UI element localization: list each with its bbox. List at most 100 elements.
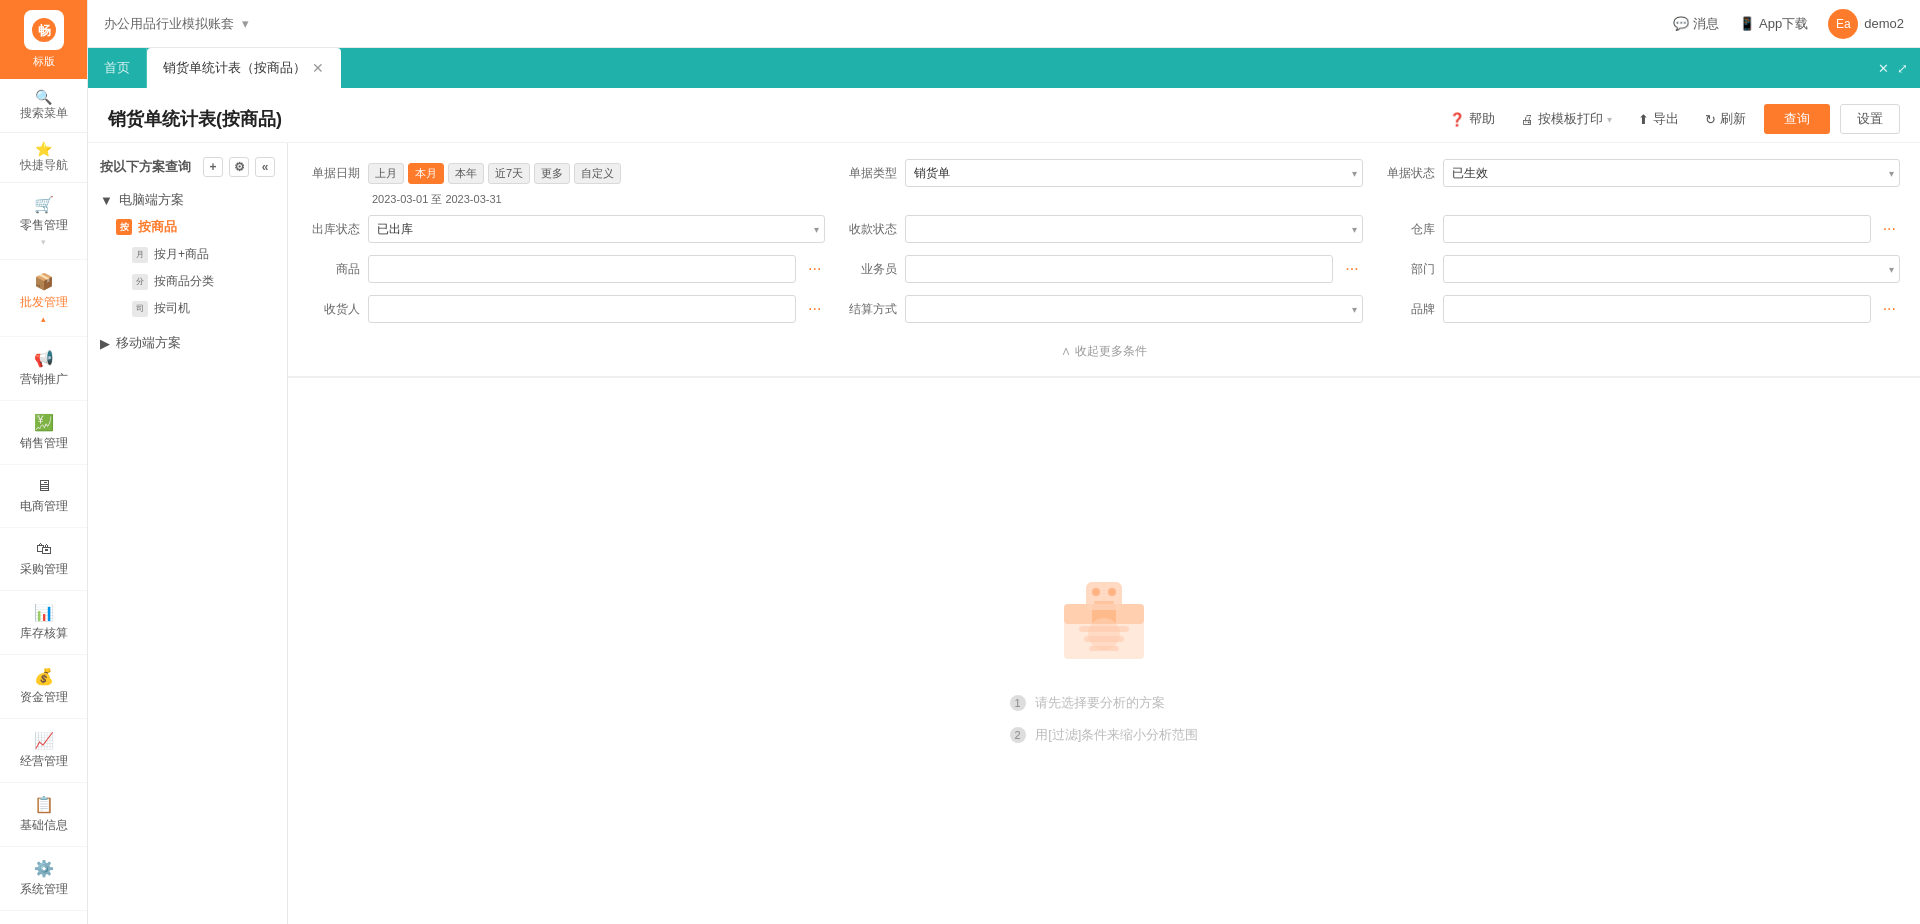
tree-section-pc-header[interactable]: ▼ 电脑端方案: [88, 187, 287, 213]
doc-type-label: 单据类型: [845, 165, 897, 182]
svg-rect-7: [1084, 636, 1124, 642]
sidebar-item-search[interactable]: 🔍 搜索菜单: [0, 79, 87, 133]
window-maximize-icon[interactable]: ⤢: [1897, 61, 1908, 76]
sidebar-item-marketing[interactable]: 📢 营销推广: [0, 337, 87, 401]
tab-maximize-area: ✕ ⤢: [1878, 61, 1920, 76]
content-area: 销货单统计表(按商品) ❓ 帮助 🖨 按模板打印 ▾ ⬆ 导出 ↻ 刷新: [88, 88, 1920, 924]
receiver-label: 收货人: [308, 301, 360, 318]
doc-type-select-wrapper: 销货单 ▾: [905, 159, 1362, 187]
dropdown-icon[interactable]: ▾: [242, 16, 249, 31]
department-select[interactable]: [1443, 255, 1900, 283]
phone-icon: 📱: [1739, 16, 1755, 31]
svg-rect-6: [1079, 626, 1129, 632]
sidebar-item-finance[interactable]: 💰 资金管理: [0, 655, 87, 719]
sidebar-item-enterprise[interactable]: 🤝 企业协同: [0, 911, 87, 924]
add-scheme-btn[interactable]: +: [203, 157, 223, 177]
sidebar-item-inventory[interactable]: 📊 库存核算: [0, 591, 87, 655]
filter-row-1: 单据日期 上月 本月 本年 近7天 更多 自定义: [308, 159, 1900, 187]
scheme-icon-by-product: 按: [116, 219, 132, 235]
out-status-select-wrapper: 已出库 ▾: [368, 215, 825, 243]
main-content: 办公用品行业模拟账套 ▾ 💬 消息 📱 App下载 Ea demo2 首页 销货…: [88, 0, 1920, 924]
message-btn[interactable]: 💬 消息: [1673, 15, 1719, 33]
doc-status-select[interactable]: 已生效: [1443, 159, 1900, 187]
date-btn-7days[interactable]: 近7天: [488, 163, 530, 184]
print-dropdown-icon[interactable]: ▾: [1607, 114, 1612, 125]
query-button[interactable]: 查询: [1764, 104, 1830, 134]
out-status-label: 出库状态: [308, 221, 360, 238]
filter-row-4: 收货人 ··· 结算方式 ▾: [308, 295, 1900, 323]
date-btn-this-year[interactable]: 本年: [448, 163, 484, 184]
date-btn-more[interactable]: 更多: [534, 163, 570, 184]
filter-product: 商品 ···: [308, 255, 825, 283]
date-btn-this-month[interactable]: 本月: [408, 163, 444, 184]
sidebar-item-purchase[interactable]: 🛍 采购管理: [0, 528, 87, 591]
tree-item-by-month-product[interactable]: 月 按月+商品: [88, 241, 287, 268]
tip-number-2: 2: [1010, 727, 1026, 743]
sidebar-item-retail[interactable]: 🛒 零售管理 ▾: [0, 183, 87, 260]
svg-point-11: [1108, 588, 1116, 596]
tab-sales-report[interactable]: 销货单统计表（按商品） ✕: [147, 48, 341, 88]
out-status-select[interactable]: 已出库: [368, 215, 825, 243]
department-label: 部门: [1383, 261, 1435, 278]
export-btn[interactable]: ⬆ 导出: [1630, 106, 1687, 132]
app-download-btn[interactable]: 📱 App下载: [1739, 15, 1808, 33]
account-title: 办公用品行业模拟账套: [104, 15, 234, 33]
user-profile[interactable]: Ea demo2: [1828, 9, 1904, 39]
date-btn-custom[interactable]: 自定义: [574, 163, 621, 184]
collapse-panel-btn[interactable]: «: [255, 157, 275, 177]
scheme-icon-by-month-product: 月: [132, 247, 148, 263]
sidebar-item-sales[interactable]: 💹 销售管理: [0, 401, 87, 465]
filter-settlement: 结算方式 ▾: [845, 295, 1362, 323]
warehouse-more-icon[interactable]: ···: [1879, 220, 1900, 238]
tab-home[interactable]: 首页: [88, 48, 147, 88]
help-btn[interactable]: ❓ 帮助: [1441, 106, 1503, 132]
brand-more-icon[interactable]: ···: [1879, 300, 1900, 318]
tree-item-by-category[interactable]: 分 按商品分类: [88, 268, 287, 295]
print-btn[interactable]: 🖨 按模板打印 ▾: [1513, 106, 1620, 132]
avatar: Ea: [1828, 9, 1858, 39]
sidebar-item-ecommerce[interactable]: 🖥 电商管理: [0, 465, 87, 528]
salesman-more-icon[interactable]: ···: [1341, 260, 1362, 278]
warehouse-input[interactable]: [1443, 215, 1871, 243]
empty-state: 1 请先选择要分析的方案 2 用[过滤]条件来缩小分析范围: [288, 378, 1920, 924]
settings-scheme-btn[interactable]: ⚙: [229, 157, 249, 177]
settlement-select[interactable]: [905, 295, 1362, 323]
product-more-icon[interactable]: ···: [804, 260, 825, 278]
collapse-bar[interactable]: ∧ 收起更多条件: [308, 335, 1900, 360]
tree-item-by-product[interactable]: 按 按商品: [88, 213, 287, 241]
tab-bar: 首页 销货单统计表（按商品） ✕ ✕ ⤢: [88, 48, 1920, 88]
svg-rect-12: [1094, 601, 1114, 604]
print-icon: 🖨: [1521, 112, 1534, 127]
window-close-icon[interactable]: ✕: [1878, 61, 1889, 76]
main-body: 按以下方案查询 + ⚙ « ▼ 电脑端方案 按 按商品: [88, 143, 1920, 924]
export-icon: ⬆: [1638, 112, 1649, 127]
tree-section-mobile: ▶ 移动端方案: [88, 326, 287, 360]
empty-tips: 1 请先选择要分析的方案 2 用[过滤]条件来缩小分析范围: [1010, 690, 1199, 748]
sidebar-item-wholesale[interactable]: 📦 批发管理 ▴: [0, 260, 87, 337]
receiver-more-icon[interactable]: ···: [804, 300, 825, 318]
tab-close-icon[interactable]: ✕: [312, 60, 324, 76]
settings-button[interactable]: 设置: [1840, 104, 1900, 134]
salesman-input[interactable]: [905, 255, 1333, 283]
sidebar-item-quick-nav[interactable]: ⭐ 快捷导航: [0, 133, 87, 183]
date-label: 单据日期: [308, 165, 360, 182]
sidebar-item-system[interactable]: ⚙️ 系统管理: [0, 847, 87, 911]
doc-type-select[interactable]: 销货单: [905, 159, 1362, 187]
sidebar-item-operations[interactable]: 📈 经营管理: [0, 719, 87, 783]
settlement-label: 结算方式: [845, 301, 897, 318]
brand-input[interactable]: [1443, 295, 1871, 323]
message-icon: 💬: [1673, 16, 1689, 31]
receiver-input[interactable]: [368, 295, 796, 323]
receipt-status-label: 收款状态: [845, 221, 897, 238]
product-input[interactable]: [368, 255, 796, 283]
refresh-btn[interactable]: ↻ 刷新: [1697, 106, 1754, 132]
tree-section-mobile-header[interactable]: ▶ 移动端方案: [88, 330, 287, 356]
settlement-select-wrapper: ▾: [905, 295, 1362, 323]
receipt-status-select[interactable]: [905, 215, 1362, 243]
salesman-label: 业务员: [845, 261, 897, 278]
tree-item-by-cashier[interactable]: 司 按司机: [88, 295, 287, 322]
filter-department: 部门 ▾: [1383, 255, 1900, 283]
sidebar-item-basics[interactable]: 📋 基础信息: [0, 783, 87, 847]
panel-header: 按以下方案查询 + ⚙ «: [88, 151, 287, 183]
date-btn-last-month[interactable]: 上月: [368, 163, 404, 184]
